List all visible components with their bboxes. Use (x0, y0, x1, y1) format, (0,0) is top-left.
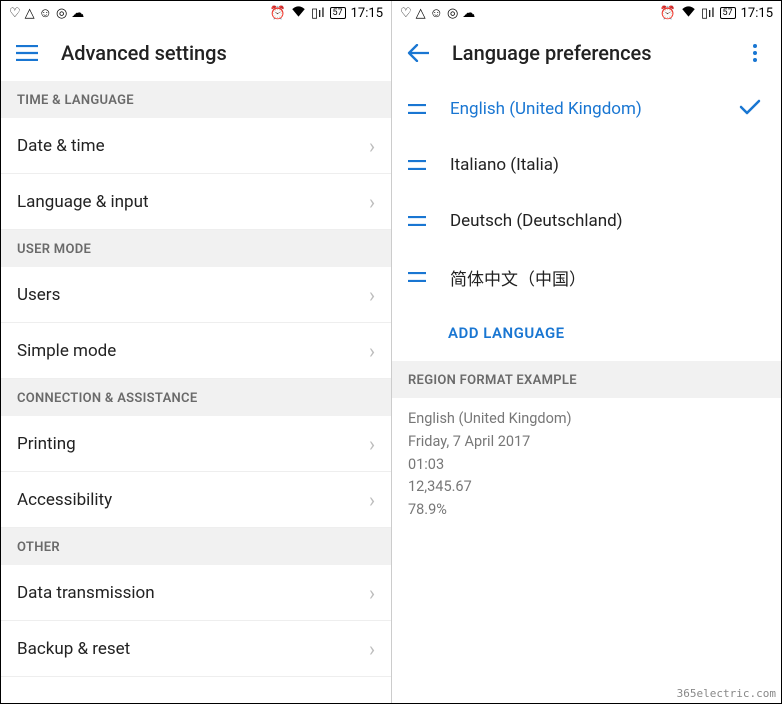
instagram-icon: ◎ (56, 6, 67, 21)
app-bar: Advanced settings (1, 25, 391, 81)
row-printing[interactable]: Printing › (1, 416, 391, 472)
clock-text: 17:15 (351, 6, 383, 21)
wifi-icon (681, 5, 696, 21)
row-data-transmission[interactable]: Data transmission › (1, 565, 391, 621)
chevron-right-icon: › (369, 283, 375, 307)
language-row-chinese[interactable]: 简体中文（中国） (392, 249, 781, 305)
back-icon[interactable] (404, 39, 432, 67)
wifi-icon (291, 5, 306, 21)
screen-advanced-settings: ♡ △ ☺ ◎ ☁ ⏰ ▯ıl 57 17:15 Advanced settin… (1, 1, 391, 703)
status-bar: ♡ △ ☺ ◎ ☁ ⏰ ▯ıl 57 17:15 (1, 1, 391, 25)
row-label: Accessibility (17, 490, 369, 510)
row-users[interactable]: Users › (1, 267, 391, 323)
app-bar: Language preferences (392, 25, 781, 81)
row-label: Backup & reset (17, 639, 369, 659)
row-accessibility[interactable]: Accessibility › (1, 472, 391, 528)
alarm-icon: ⏰ (270, 6, 286, 21)
hamburger-icon[interactable] (13, 39, 41, 67)
region-number: 12,345.67 (408, 476, 765, 498)
add-language-label: ADD LANGUAGE (448, 324, 565, 342)
chevron-right-icon: › (369, 190, 375, 214)
language-label: English (United Kingdom) (450, 99, 739, 119)
language-row-english-uk[interactable]: English (United Kingdom) (392, 81, 781, 137)
row-label: Simple mode (17, 341, 369, 361)
heart-icon: ♡ (400, 6, 412, 21)
row-simple-mode[interactable]: Simple mode › (1, 323, 391, 379)
row-language-input[interactable]: Language & input › (1, 174, 391, 230)
chevron-right-icon: › (369, 134, 375, 158)
heart-icon: ♡ (9, 6, 21, 21)
battery-level: 57 (720, 7, 736, 19)
page-title: Language preferences (452, 41, 721, 65)
language-label: Italiano (Italia) (450, 155, 761, 175)
status-bar: ♡ △ ☺ ◎ ☁ ⏰ ▯ıl 57 17:15 (392, 1, 781, 25)
region-format-example: English (United Kingdom) Friday, 7 April… (392, 398, 781, 532)
region-date: Friday, 7 April 2017 (408, 431, 765, 453)
section-header-connection-assistance: CONNECTION & ASSISTANCE (1, 379, 391, 416)
row-label: Language & input (17, 192, 369, 212)
chevron-right-icon: › (369, 581, 375, 605)
region-percent: 78.9% (408, 499, 765, 521)
clock-text: 17:15 (741, 6, 773, 21)
region-time: 01:03 (408, 454, 765, 476)
signal-icon: ▯ıl (701, 6, 715, 21)
row-label: Users (17, 285, 369, 305)
language-label: 简体中文（中国） (450, 265, 761, 290)
overflow-menu-icon[interactable] (741, 39, 769, 67)
region-locale: English (United Kingdom) (408, 408, 765, 430)
language-row-italiano[interactable]: Italiano (Italia) (392, 137, 781, 193)
check-icon (739, 99, 761, 120)
warning-icon: △ (416, 6, 426, 21)
chevron-right-icon: › (369, 339, 375, 363)
section-header-other: OTHER (1, 528, 391, 565)
language-row-deutsch[interactable]: Deutsch (Deutschland) (392, 193, 781, 249)
drag-handle-icon[interactable] (408, 104, 426, 114)
page-title: Advanced settings (61, 41, 379, 65)
cloud-icon: ☁ (462, 6, 475, 21)
chevron-right-icon: › (369, 432, 375, 456)
instagram-icon: ◎ (447, 6, 458, 21)
drag-handle-icon[interactable] (408, 160, 426, 170)
screen-language-preferences: ♡ △ ☺ ◎ ☁ ⏰ ▯ıl 57 17:15 Language prefer… (391, 1, 781, 703)
section-header-region-format: REGION FORMAT EXAMPLE (392, 361, 781, 398)
row-label: Date & time (17, 136, 369, 156)
cloud-icon: ☁ (71, 6, 84, 21)
chevron-right-icon: › (369, 637, 375, 661)
alarm-icon: ⏰ (660, 6, 676, 21)
section-header-user-mode: USER MODE (1, 230, 391, 267)
language-label: Deutsch (Deutschland) (450, 211, 761, 231)
row-label: Data transmission (17, 583, 369, 603)
chevron-right-icon: › (369, 488, 375, 512)
battery-level: 57 (330, 7, 346, 19)
section-header-time-language: TIME & LANGUAGE (1, 81, 391, 118)
whatsapp-icon: ☺ (39, 5, 52, 21)
drag-handle-icon[interactable] (408, 272, 426, 282)
watermark: 365electric.com (677, 687, 776, 700)
row-label: Printing (17, 434, 369, 454)
signal-icon: ▯ıl (311, 6, 325, 21)
row-date-time[interactable]: Date & time › (1, 118, 391, 174)
add-language-button[interactable]: ADD LANGUAGE (392, 305, 781, 361)
row-backup-reset[interactable]: Backup & reset › (1, 621, 391, 677)
warning-icon: △ (25, 6, 35, 21)
whatsapp-icon: ☺ (430, 5, 443, 21)
drag-handle-icon[interactable] (408, 216, 426, 226)
